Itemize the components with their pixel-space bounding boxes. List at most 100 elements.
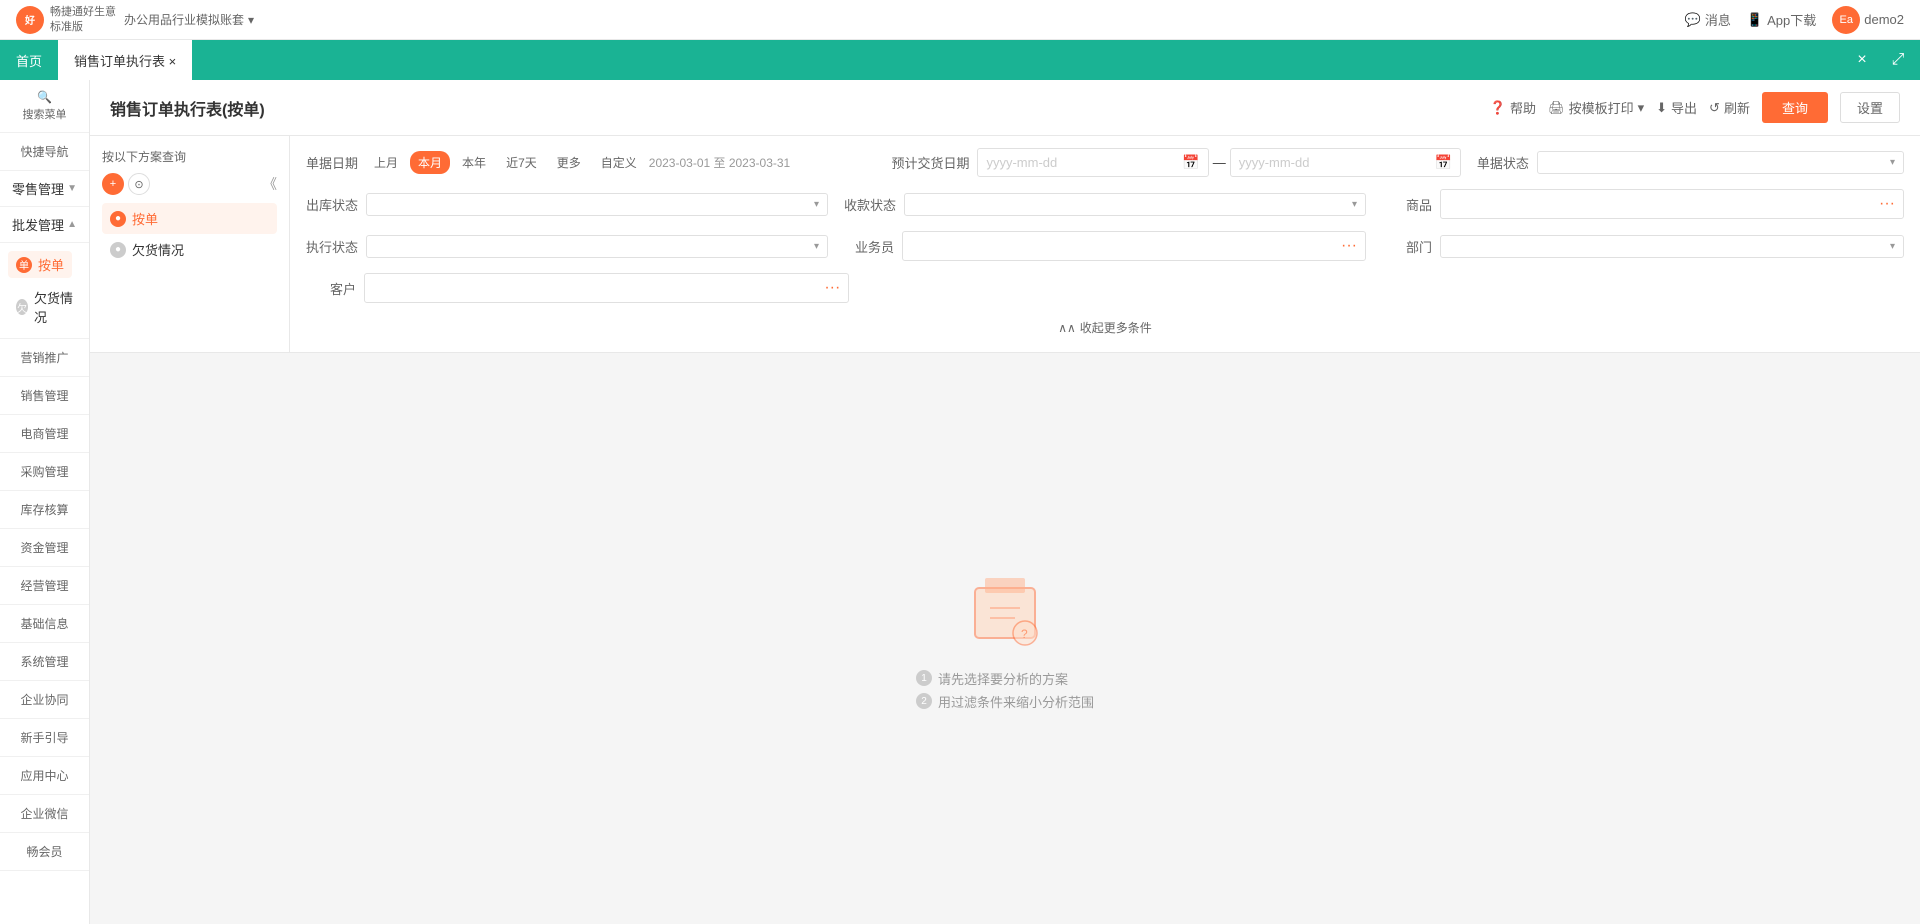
date-btn-this-year[interactable]: 本年 [454, 151, 494, 174]
hint-num-1: 1 [916, 670, 932, 686]
sidebar: 🔍 搜索菜单 快捷导航 零售管理 ▼ 批发管理 ▲ 单 按单 欠 欠货情况 [0, 80, 90, 924]
message-action[interactable]: 💬 消息 [1685, 10, 1731, 29]
filter-item-date: 单据日期 上月 本月 本年 近7天 更多 自定义 2023-03-01 至 20… [306, 151, 875, 174]
receipt-status-chevron: ▾ [1352, 199, 1357, 210]
sidebar-item-system[interactable]: 系统管理 [0, 643, 89, 681]
exec-status-select[interactable]: ▾ [366, 235, 828, 258]
date-btn-this-month[interactable]: 本月 [410, 151, 450, 174]
filter-item-salesperson: 业务员 ··· [844, 231, 1366, 261]
template-print-button[interactable]: 🖨 按模板打印 ▾ [1548, 98, 1644, 117]
collapse-up-icon: ∧∧ [1058, 321, 1076, 335]
add-scheme-button[interactable]: + [102, 173, 124, 195]
filter-scheme-panel: 单 按单 欠 欠货情况 [0, 243, 89, 339]
page-title: 销售订单执行表(按单) [110, 96, 265, 120]
top-header: 好 畅捷通好生意 标准版 办公用品行业模拟账套 ▾ 💬 消息 📱 App下载 E… [0, 0, 1920, 40]
delivery-date-from[interactable]: yyyy-mm-dd 📅 [977, 148, 1208, 177]
sidebar-item-wholesale[interactable]: 批发管理 ▲ [0, 207, 89, 243]
user-action[interactable]: Ea demo2 [1832, 6, 1904, 34]
wholesale-arrow-icon: ▲ [67, 219, 77, 230]
sidebar-item-member[interactable]: 畅会员 [0, 833, 89, 871]
filter-item-customer: 客户 ··· [306, 273, 849, 303]
message-icon: 💬 [1685, 12, 1701, 28]
sidebar-item-purchase[interactable]: 采购管理 [0, 453, 89, 491]
goods-label: 商品 [1382, 195, 1432, 214]
query-button[interactable]: 查询 [1762, 92, 1828, 123]
scheme-order[interactable]: 单 按单 [8, 251, 72, 278]
sidebar-item-app-center[interactable]: 应用中心 [0, 757, 89, 795]
retail-arrow-icon: ▼ [67, 183, 77, 194]
delivery-date-range: yyyy-mm-dd 📅 — yyyy-mm-dd 📅 [977, 148, 1460, 177]
date-btn-custom[interactable]: 自定义 [593, 151, 645, 174]
tab-bar-actions: × ⤢ [1848, 46, 1920, 74]
sidebar-item-sales[interactable]: 销售管理 [0, 377, 89, 415]
scheme-debt[interactable]: 欠 欠货情况 [8, 284, 81, 330]
logo-text: 畅捷通好生意 标准版 [50, 5, 116, 34]
filter-row-3: 执行状态 ▾ 业务员 ··· 部门 [306, 231, 1904, 261]
breadcrumb: 办公用品行业模拟账套 ▾ [124, 11, 254, 28]
sidebar-item-marketing[interactable]: 营销推广 [0, 339, 89, 377]
refresh-button[interactable]: ↺ 刷新 [1709, 98, 1750, 117]
header-right: 💬 消息 📱 App下载 Ea demo2 [1685, 6, 1904, 34]
department-label: 部门 [1382, 237, 1432, 256]
header-left: 好 畅捷通好生意 标准版 办公用品行业模拟账套 ▾ [16, 5, 254, 34]
filter-item-out-status: 出库状态 ▾ [306, 193, 828, 216]
order-status-select[interactable]: ▾ [1537, 151, 1904, 174]
filter-scheme-title: 按以下方案查询 [102, 148, 186, 165]
export-button[interactable]: ⬇ 导出 [1656, 98, 1697, 117]
scheme-debt-icon: 欠 [16, 299, 28, 315]
edit-scheme-button[interactable]: ⊙ [128, 173, 150, 195]
empty-text: 1 请先选择要分析的方案 2 用过滤条件来缩小分析范围 [916, 669, 1094, 715]
sidebar-item-inventory[interactable]: 库存核算 [0, 491, 89, 529]
customer-select[interactable]: ··· [364, 273, 849, 303]
calendar-to-icon: 📅 [1434, 154, 1451, 171]
salesperson-label: 业务员 [844, 237, 894, 256]
sidebar-item-enterprise[interactable]: 企业协同 [0, 681, 89, 719]
tab-expand-button[interactable]: ⤢ [1884, 46, 1912, 74]
goods-select[interactable]: ··· [1440, 189, 1904, 219]
empty-state: ? 1 请先选择要分析的方案 2 用过滤条件来缩小分析范围 [90, 353, 1920, 924]
calendar-from-icon: 📅 [1182, 154, 1199, 171]
delivery-date-to[interactable]: yyyy-mm-dd 📅 [1230, 148, 1461, 177]
app-download-action[interactable]: 📱 App下载 [1747, 10, 1816, 29]
sidebar-item-search[interactable]: 🔍 搜索菜单 [0, 80, 89, 133]
collapse-more-button[interactable]: ∧∧ 收起更多条件 [306, 315, 1904, 340]
sidebar-item-operations[interactable]: 经营管理 [0, 567, 89, 605]
receipt-status-select[interactable]: ▾ [904, 193, 1366, 216]
out-status-label: 出库状态 [306, 195, 358, 214]
tab-sales-order-exec[interactable]: 销售订单执行表 × [58, 40, 192, 80]
date-btn-more[interactable]: 更多 [549, 151, 589, 174]
collapse-scheme-button[interactable]: 《 [263, 174, 277, 194]
filter-item-receipt-status: 收款状态 ▾ [844, 193, 1366, 216]
scheme-order-icon: 单 [16, 257, 32, 273]
print-dropdown-icon: ▾ [1638, 100, 1645, 116]
sidebar-item-retail[interactable]: 零售管理 ▼ [0, 171, 89, 207]
help-button[interactable]: ❓ 帮助 [1490, 98, 1536, 117]
filter-item-delivery: 预计交货日期 yyyy-mm-dd 📅 — yyyy-mm-dd 📅 [891, 148, 1460, 177]
date-btn-last-month[interactable]: 上月 [366, 151, 406, 174]
tab-bar: 首页 销售订单执行表 × × ⤢ [0, 40, 1920, 80]
scheme-order-item[interactable]: ● 按单 [102, 203, 277, 234]
tab-close-button[interactable]: × [1848, 46, 1876, 74]
salesperson-select[interactable]: ··· [902, 231, 1366, 261]
settings-button[interactable]: 设置 [1840, 92, 1900, 123]
department-select[interactable]: ▾ [1440, 235, 1904, 258]
sidebar-item-ecommerce[interactable]: 电商管理 [0, 415, 89, 453]
filter-item-order-status: 单据状态 ▾ [1477, 151, 1904, 174]
sidebar-item-finance[interactable]: 资金管理 [0, 529, 89, 567]
hint-num-2: 2 [916, 693, 932, 709]
customer-dots: ··· [824, 279, 840, 297]
filter-item-department: 部门 ▾ [1382, 235, 1904, 258]
out-status-select[interactable]: ▾ [366, 193, 828, 216]
exec-status-label: 执行状态 [306, 237, 358, 256]
sidebar-item-basic[interactable]: 基础信息 [0, 605, 89, 643]
tab-home[interactable]: 首页 [0, 40, 58, 80]
scheme-debt-item[interactable]: ● 欠货情况 [102, 234, 277, 265]
delivery-label: 预计交货日期 [891, 153, 969, 172]
sidebar-item-newbie[interactable]: 新手引导 [0, 719, 89, 757]
sidebar-item-quick-nav[interactable]: 快捷导航 [0, 133, 89, 171]
sidebar-item-enterprise-wechat[interactable]: 企业微信 [0, 795, 89, 833]
department-chevron: ▾ [1890, 241, 1895, 252]
order-status-chevron: ▾ [1890, 157, 1895, 168]
date-btn-7days[interactable]: 近7天 [498, 151, 545, 174]
logo-area: 好 畅捷通好生意 标准版 [16, 5, 116, 34]
